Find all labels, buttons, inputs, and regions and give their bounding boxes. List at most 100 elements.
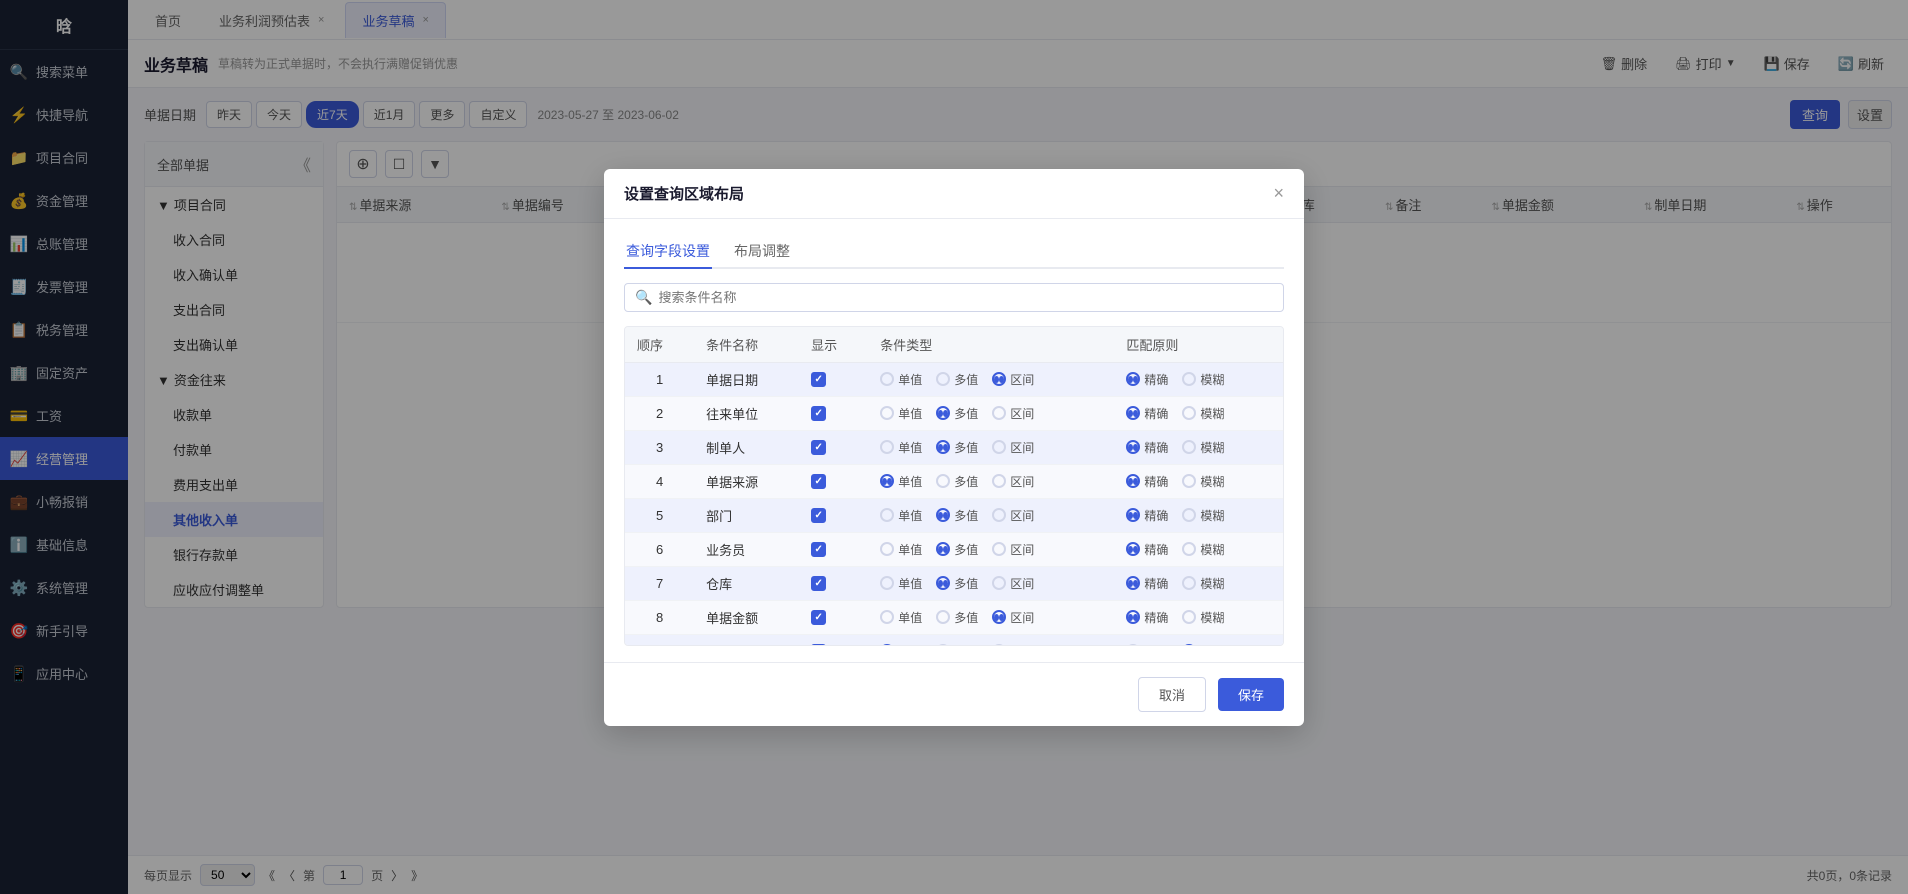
match-fuzzy-7[interactable]: 模糊 <box>1182 609 1224 626</box>
match-exact-0[interactable]: 精确 <box>1126 371 1168 388</box>
row-match-7: 精确 模糊 <box>1114 600 1283 634</box>
search-icon: 🔍 <box>635 289 652 306</box>
match-fuzzy-3[interactable]: 模糊 <box>1182 473 1224 490</box>
type-multi-8[interactable]: 多值 <box>936 643 978 646</box>
match-exact-5[interactable]: 精确 <box>1126 541 1168 558</box>
type-range-3[interactable]: 区间 <box>992 473 1034 490</box>
row-display-2[interactable] <box>799 430 868 464</box>
match-fuzzy-4[interactable]: 模糊 <box>1182 507 1224 524</box>
display-checkbox-1[interactable] <box>811 406 826 421</box>
row-order-2: 3 <box>625 430 694 464</box>
match-exact-2[interactable]: 精确 <box>1126 439 1168 456</box>
type-multi-1[interactable]: 多值 <box>936 405 978 422</box>
type-range-4[interactable]: 区间 <box>992 507 1034 524</box>
match-fuzzy-6[interactable]: 模糊 <box>1182 575 1224 592</box>
type-single-1[interactable]: 单值 <box>880 405 922 422</box>
modal-header: 设置查询区域布局 × <box>604 169 1304 219</box>
config-col-name: 条件名称 <box>694 327 799 363</box>
match-fuzzy-0[interactable]: 模糊 <box>1182 371 1224 388</box>
type-multi-5[interactable]: 多值 <box>936 541 978 558</box>
match-exact-6[interactable]: 精确 <box>1126 575 1168 592</box>
config-col-display: 显示 <box>799 327 868 363</box>
match-exact-8[interactable]: 精确 <box>1126 643 1168 646</box>
type-single-3[interactable]: 单值 <box>880 473 922 490</box>
display-checkbox-7[interactable] <box>811 610 826 625</box>
type-single-0[interactable]: 单值 <box>880 371 922 388</box>
type-single-2[interactable]: 单值 <box>880 439 922 456</box>
config-table-row: 2往来单位 单值 多值 区间 精确 模糊 <box>625 396 1283 430</box>
type-range-0[interactable]: 区间 <box>992 371 1034 388</box>
search-input[interactable] <box>658 290 1273 305</box>
modal-tabs: 查询字段设置布局调整 <box>624 235 1284 269</box>
type-single-7[interactable]: 单值 <box>880 609 922 626</box>
type-single-5[interactable]: 单值 <box>880 541 922 558</box>
row-name-0: 单据日期 <box>694 362 799 396</box>
modal-body: 查询字段设置布局调整 🔍 顺序条件名称显示条件类型匹配原则 1单据日期 单值 <box>604 219 1304 662</box>
row-display-7[interactable] <box>799 600 868 634</box>
type-single-4[interactable]: 单值 <box>880 507 922 524</box>
display-checkbox-8[interactable] <box>811 644 826 646</box>
display-checkbox-5[interactable] <box>811 542 826 557</box>
row-name-8: 备注 <box>694 634 799 646</box>
type-range-2[interactable]: 区间 <box>992 439 1034 456</box>
type-range-6[interactable]: 区间 <box>992 575 1034 592</box>
match-fuzzy-5[interactable]: 模糊 <box>1182 541 1224 558</box>
type-range-5[interactable]: 区间 <box>992 541 1034 558</box>
display-checkbox-2[interactable] <box>811 440 826 455</box>
row-type-5: 单值 多值 区间 <box>868 532 1114 566</box>
config-col-order: 顺序 <box>625 327 694 363</box>
modal-tab-query-fields[interactable]: 查询字段设置 <box>624 235 712 269</box>
row-type-3: 单值 多值 区间 <box>868 464 1114 498</box>
row-order-3: 4 <box>625 464 694 498</box>
row-name-6: 仓库 <box>694 566 799 600</box>
type-multi-6[interactable]: 多值 <box>936 575 978 592</box>
config-table-row: 5部门 单值 多值 区间 精确 模糊 <box>625 498 1283 532</box>
type-multi-3[interactable]: 多值 <box>936 473 978 490</box>
type-single-6[interactable]: 单值 <box>880 575 922 592</box>
row-order-4: 5 <box>625 498 694 532</box>
match-exact-3[interactable]: 精确 <box>1126 473 1168 490</box>
display-checkbox-6[interactable] <box>811 576 826 591</box>
type-range-8[interactable]: 区间 <box>992 643 1034 646</box>
row-name-3: 单据来源 <box>694 464 799 498</box>
type-multi-7[interactable]: 多值 <box>936 609 978 626</box>
row-order-0: 1 <box>625 362 694 396</box>
type-range-7[interactable]: 区间 <box>992 609 1034 626</box>
display-checkbox-4[interactable] <box>811 508 826 523</box>
config-table-row: 3制单人 单值 多值 区间 精确 模糊 <box>625 430 1283 464</box>
match-exact-1[interactable]: 精确 <box>1126 405 1168 422</box>
type-multi-2[interactable]: 多值 <box>936 439 978 456</box>
row-type-4: 单值 多值 区间 <box>868 498 1114 532</box>
config-table-row: 6业务员 单值 多值 区间 精确 模糊 <box>625 532 1283 566</box>
config-table: 顺序条件名称显示条件类型匹配原则 1单据日期 单值 多值 区间 精 <box>625 327 1283 646</box>
modal-tab-layout[interactable]: 布局调整 <box>732 235 792 269</box>
match-exact-7[interactable]: 精确 <box>1126 609 1168 626</box>
row-display-6[interactable] <box>799 566 868 600</box>
row-display-0[interactable] <box>799 362 868 396</box>
type-multi-4[interactable]: 多值 <box>936 507 978 524</box>
type-multi-0[interactable]: 多值 <box>936 371 978 388</box>
type-range-1[interactable]: 区间 <box>992 405 1034 422</box>
match-fuzzy-2[interactable]: 模糊 <box>1182 439 1224 456</box>
cancel-button[interactable]: 取消 <box>1138 677 1206 712</box>
display-checkbox-3[interactable] <box>811 474 826 489</box>
row-display-4[interactable] <box>799 498 868 532</box>
row-display-3[interactable] <box>799 464 868 498</box>
row-type-6: 单值 多值 区间 <box>868 566 1114 600</box>
display-checkbox-0[interactable] <box>811 372 826 387</box>
config-table-header: 顺序条件名称显示条件类型匹配原则 <box>625 327 1283 363</box>
match-exact-4[interactable]: 精确 <box>1126 507 1168 524</box>
save-modal-button[interactable]: 保存 <box>1218 678 1284 711</box>
type-single-8[interactable]: 单值 <box>880 643 922 646</box>
row-display-5[interactable] <box>799 532 868 566</box>
row-type-8: 单值 多值 区间 <box>868 634 1114 646</box>
match-fuzzy-1[interactable]: 模糊 <box>1182 405 1224 422</box>
config-table-body: 1单据日期 单值 多值 区间 精确 模糊 <box>625 362 1283 646</box>
modal-close-button[interactable]: × <box>1273 184 1284 202</box>
row-name-4: 部门 <box>694 498 799 532</box>
match-fuzzy-8[interactable]: 模糊 <box>1182 643 1224 646</box>
row-match-3: 精确 模糊 <box>1114 464 1283 498</box>
row-display-8[interactable] <box>799 634 868 646</box>
row-display-1[interactable] <box>799 396 868 430</box>
modal-footer: 取消 保存 <box>604 662 1304 726</box>
